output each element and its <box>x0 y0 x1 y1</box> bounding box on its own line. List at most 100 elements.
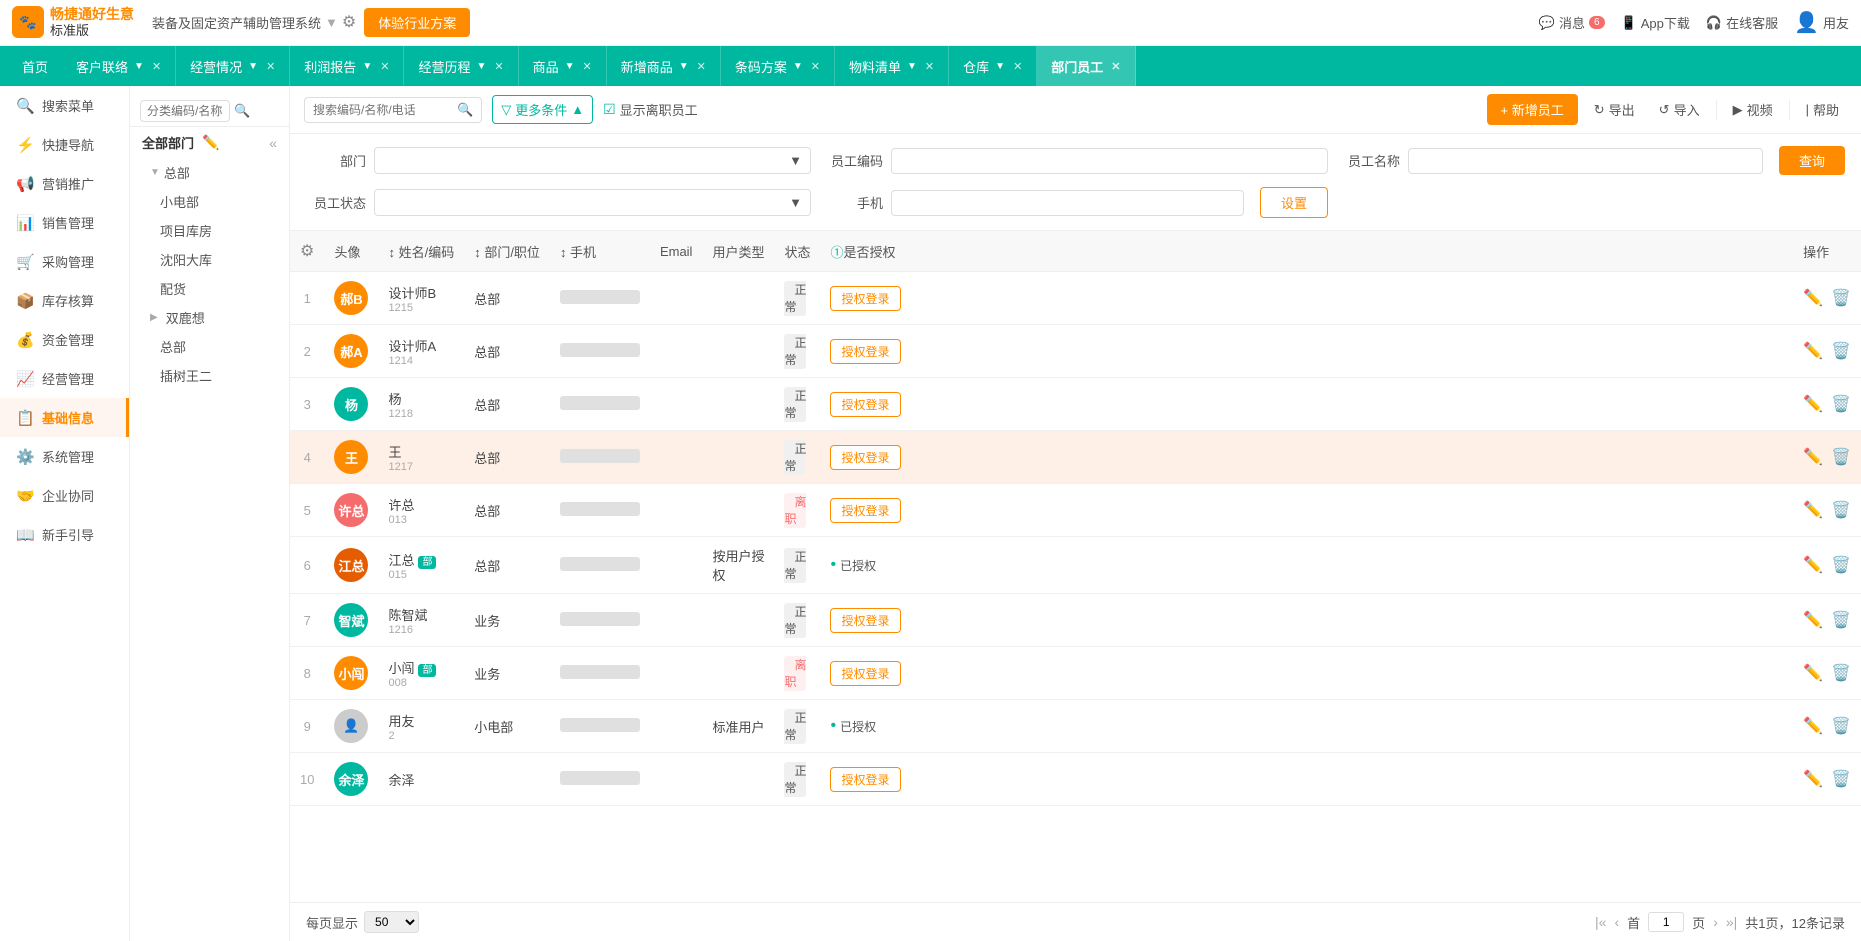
delete-icon[interactable]: 🗑️ <box>1831 447 1851 467</box>
delete-icon[interactable]: 🗑️ <box>1831 610 1851 630</box>
sidebar-item-quick[interactable]: ⚡ 快捷导航 <box>0 125 129 164</box>
app-download-item[interactable]: 📱 App下载 <box>1621 13 1690 32</box>
dept-search-input[interactable] <box>140 100 230 122</box>
col-settings[interactable]: ⚙ <box>290 231 324 272</box>
delete-icon[interactable]: 🗑️ <box>1831 288 1851 308</box>
dept-edit-icon[interactable]: ✏️ <box>202 134 219 151</box>
page-last-btn[interactable]: »| <box>1726 914 1737 930</box>
query-button[interactable]: 查询 <box>1779 146 1845 175</box>
dept-node-shenyang[interactable]: 沈阳大库 <box>130 245 289 274</box>
tab-profit[interactable]: 利润报告▼✕ <box>290 46 404 86</box>
tab-close[interactable]: ✕ <box>1111 60 1120 73</box>
delete-icon[interactable]: 🗑️ <box>1831 769 1851 789</box>
edit-icon[interactable]: ✏️ <box>1803 288 1823 308</box>
edit-icon[interactable]: ✏️ <box>1803 610 1823 630</box>
delete-icon[interactable]: 🗑️ <box>1831 500 1851 520</box>
auth-login-button[interactable]: 授权登录 <box>830 392 900 417</box>
export-button[interactable]: ↻ 导出 <box>1586 96 1643 123</box>
add-employee-button[interactable]: + 新增员工 <box>1487 94 1578 125</box>
delete-icon[interactable]: 🗑️ <box>1831 663 1851 683</box>
tab-close[interactable]: ✕ <box>697 60 706 73</box>
set-button[interactable]: 设置 <box>1260 187 1328 218</box>
edit-icon[interactable]: ✏️ <box>1803 716 1823 736</box>
tab-close[interactable]: ✕ <box>925 60 934 73</box>
edit-icon[interactable]: ✏️ <box>1803 663 1823 683</box>
tab-close[interactable]: ✕ <box>266 60 275 73</box>
edit-icon[interactable]: ✏️ <box>1803 341 1823 361</box>
dept-search-icon[interactable]: 🔍 <box>234 103 250 119</box>
col-dept[interactable]: ↕ 部门/职位 <box>464 231 550 272</box>
dept-collapse-icon[interactable]: « <box>269 135 277 151</box>
auth-login-button[interactable]: 授权登录 <box>830 767 900 792</box>
sidebar-item-management[interactable]: 📈 经营管理 <box>0 359 129 398</box>
delete-icon[interactable]: 🗑️ <box>1831 341 1851 361</box>
dept-node-chashuwang[interactable]: 插树王二 <box>130 361 289 390</box>
auth-login-button[interactable]: 授权登录 <box>830 286 900 311</box>
try-button[interactable]: 体验行业方案 <box>364 8 470 37</box>
auth-login-button[interactable]: 授权登录 <box>830 661 900 686</box>
filter-button[interactable]: ▽ 更多条件 ▲ <box>492 95 593 124</box>
dept-node-zongbu-root[interactable]: ▼ 总部 <box>130 158 289 187</box>
delete-icon[interactable]: 🗑️ <box>1831 555 1851 575</box>
sidebar-item-inventory[interactable]: 📦 库存核算 <box>0 281 129 320</box>
message-item[interactable]: 💬 消息 6 <box>1539 13 1605 32</box>
auth-login-button[interactable]: 授权登录 <box>830 445 900 470</box>
page-prev-btn[interactable]: ‹ <box>1614 914 1619 930</box>
filter-empcode-input[interactable] <box>891 148 1328 174</box>
tab-history[interactable]: 经营历程▼✕ <box>404 46 518 86</box>
sidebar-item-sales[interactable]: 📊 销售管理 <box>0 203 129 242</box>
tab-customer[interactable]: 客户联络▼✕ <box>62 46 176 86</box>
sidebar-item-guide[interactable]: 📖 新手引导 <box>0 515 129 554</box>
view-button[interactable]: ▶ 视频 <box>1725 96 1781 123</box>
dept-node-shuanglu[interactable]: ▶ 双鹿想 <box>130 303 289 332</box>
filter-empstatus-select[interactable]: ▼ <box>374 189 811 216</box>
col-settings-icon[interactable]: ⚙ <box>300 243 314 260</box>
auth-login-button[interactable]: 授权登录 <box>830 498 900 523</box>
tab-barcode[interactable]: 条码方案▼✕ <box>721 46 835 86</box>
tab-close[interactable]: ✕ <box>380 60 389 73</box>
dept-node-peihuo[interactable]: 配货 <box>130 274 289 303</box>
edit-icon[interactable]: ✏️ <box>1803 769 1823 789</box>
edit-icon[interactable]: ✏️ <box>1803 394 1823 414</box>
per-page-select[interactable]: 50 100 <box>364 911 419 933</box>
help-button[interactable]: | 帮助 <box>1798 96 1847 123</box>
tab-close[interactable]: ✕ <box>1013 60 1022 73</box>
sidebar-item-finance[interactable]: 💰 资金管理 <box>0 320 129 359</box>
sidebar-item-search[interactable]: 🔍 搜索菜单 <box>0 86 129 125</box>
page-input[interactable] <box>1648 912 1684 932</box>
auth-login-button[interactable]: 授权登录 <box>830 339 900 364</box>
sidebar-item-purchase[interactable]: 🛒 采购管理 <box>0 242 129 281</box>
edit-icon[interactable]: ✏️ <box>1803 500 1823 520</box>
settings-icon[interactable]: ⚙ <box>342 12 356 32</box>
tab-close[interactable]: ✕ <box>583 60 592 73</box>
tab-dept-employee[interactable]: 部门员工✕ <box>1037 46 1135 86</box>
tab-bom[interactable]: 物料清单▼✕ <box>835 46 949 86</box>
dept-node-xiaodibu[interactable]: 小电部 <box>130 187 289 216</box>
tab-goods[interactable]: 商品▼✕ <box>519 46 607 86</box>
user-item[interactable]: 👤 用友 <box>1794 10 1849 35</box>
system-name-arrow[interactable]: ▼ <box>325 15 338 30</box>
filter-phone-input[interactable] <box>891 190 1244 216</box>
sidebar-item-basic[interactable]: 📋 基础信息 <box>0 398 129 437</box>
auth-login-button[interactable]: 授权登录 <box>830 608 900 633</box>
edit-icon[interactable]: ✏️ <box>1803 555 1823 575</box>
tab-close[interactable]: ✕ <box>152 60 161 73</box>
page-next-btn[interactable]: › <box>1713 914 1718 930</box>
search-icon[interactable]: 🔍 <box>457 102 473 118</box>
tab-close[interactable]: ✕ <box>811 60 820 73</box>
sidebar-item-marketing[interactable]: 📢 营销推广 <box>0 164 129 203</box>
search-input[interactable] <box>313 103 453 117</box>
show-resign-toggle[interactable]: ☑ 显示离职员工 <box>603 100 698 119</box>
tab-warehouse[interactable]: 仓库▼✕ <box>949 46 1037 86</box>
col-phone[interactable]: ↕ 手机 <box>550 231 650 272</box>
filter-empname-input[interactable] <box>1408 148 1763 174</box>
delete-icon[interactable]: 🗑️ <box>1831 394 1851 414</box>
edit-icon[interactable]: ✏️ <box>1803 447 1823 467</box>
sidebar-item-collab[interactable]: 🤝 企业协同 <box>0 476 129 515</box>
tab-close[interactable]: ✕ <box>494 60 503 73</box>
tab-home[interactable]: 首页 <box>8 46 62 86</box>
tab-add-goods[interactable]: 新增商品▼✕ <box>607 46 721 86</box>
dept-node-zongbu[interactable]: 总部 <box>130 332 289 361</box>
sidebar-item-system[interactable]: ⚙️ 系统管理 <box>0 437 129 476</box>
import-button[interactable]: ↺ 导入 <box>1651 96 1708 123</box>
